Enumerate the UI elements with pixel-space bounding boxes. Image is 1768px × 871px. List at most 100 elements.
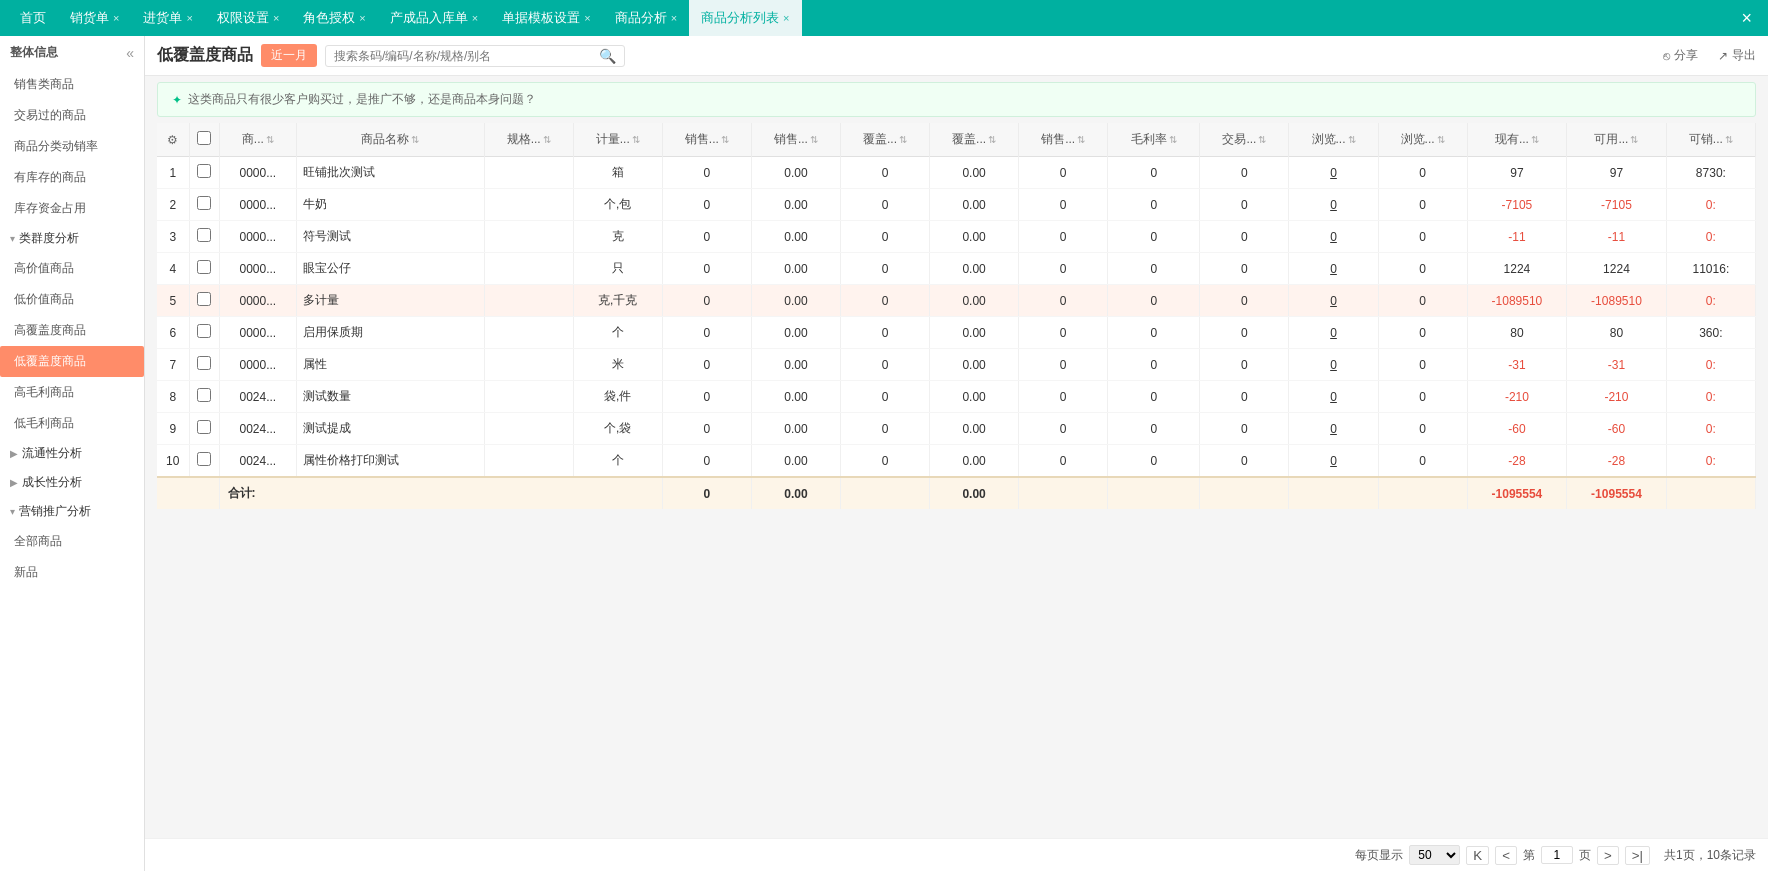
row-select-checkbox[interactable]: [197, 292, 211, 306]
next-page-button[interactable]: >: [1597, 846, 1619, 865]
search-input[interactable]: [334, 49, 599, 63]
col-available[interactable]: 可用...⇅: [1567, 123, 1667, 157]
col-checkbox[interactable]: [189, 123, 219, 157]
nav-permissions[interactable]: 权限设置 ×: [205, 0, 291, 36]
table-container[interactable]: ⚙ 商...⇅ 商品名称⇅ 规格...⇅ 计量...⇅ 销售...⇅ 销售...…: [145, 123, 1768, 838]
row-browse1[interactable]: 0: [1289, 349, 1378, 381]
nav-close-sales[interactable]: ×: [113, 12, 119, 24]
sidebar-section-coverage[interactable]: ▾ 类群度分析: [0, 224, 144, 253]
sidebar-item-sales-goods[interactable]: 销售类商品: [0, 69, 144, 100]
col-spec[interactable]: 规格...⇅: [484, 123, 573, 157]
sidebar-section-marketing[interactable]: ▾ 营销推广分析: [0, 497, 144, 526]
row-select-checkbox[interactable]: [197, 228, 211, 242]
row-select-checkbox[interactable]: [197, 420, 211, 434]
share-button[interactable]: ⎋ 分享: [1663, 47, 1698, 64]
prev-page-button[interactable]: <: [1495, 846, 1517, 865]
row-select-checkbox[interactable]: [197, 452, 211, 466]
sidebar-item-traded-goods[interactable]: 交易过的商品: [0, 100, 144, 131]
sidebar-item-low-value[interactable]: 低价值商品: [0, 284, 144, 315]
nav-close-roles[interactable]: ×: [359, 12, 365, 24]
row-browse1[interactable]: 0: [1289, 445, 1378, 478]
nav-sales[interactable]: 销货单 ×: [58, 0, 131, 36]
sidebar-collapse-btn[interactable]: «: [126, 45, 134, 61]
col-browse1[interactable]: 浏览...⇅: [1289, 123, 1378, 157]
row-browse1[interactable]: 0: [1289, 285, 1378, 317]
time-filter-button[interactable]: 近一月: [261, 44, 317, 67]
row-select-checkbox[interactable]: [197, 356, 211, 370]
row-checkbox[interactable]: [189, 413, 219, 445]
row-browse1[interactable]: 0: [1289, 317, 1378, 349]
sidebar-item-all-goods[interactable]: 全部商品: [0, 526, 144, 557]
row-checkbox[interactable]: [189, 445, 219, 478]
col-unit[interactable]: 计量...⇅: [573, 123, 662, 157]
col-current[interactable]: 现有...⇅: [1467, 123, 1567, 157]
first-page-button[interactable]: K: [1466, 846, 1489, 865]
row-select-checkbox[interactable]: [197, 324, 211, 338]
row-current: -60: [1467, 413, 1567, 445]
row-browse1[interactable]: 0: [1289, 413, 1378, 445]
close-all-tabs[interactable]: ×: [1733, 8, 1760, 29]
row-select-checkbox[interactable]: [197, 164, 211, 178]
col-cover1[interactable]: 覆盖...⇅: [840, 123, 929, 157]
sidebar-item-high-margin[interactable]: 高毛利商品: [0, 377, 144, 408]
nav-analysis-list[interactable]: 商品分析列表 ×: [689, 0, 801, 36]
sidebar-item-stocked-goods[interactable]: 有库存的商品: [0, 162, 144, 193]
nav-close-purchase[interactable]: ×: [186, 12, 192, 24]
row-checkbox[interactable]: [189, 189, 219, 221]
row-checkbox[interactable]: [189, 381, 219, 413]
settings-icon[interactable]: ⚙: [167, 133, 178, 147]
col-sales3[interactable]: 销售...⇅: [1019, 123, 1108, 157]
col-settings[interactable]: ⚙: [157, 123, 189, 157]
col-sales-qty[interactable]: 销售...⇅: [662, 123, 751, 157]
export-button[interactable]: ↗ 导出: [1718, 47, 1756, 64]
col-code[interactable]: 商...⇅: [219, 123, 297, 157]
nav-roles[interactable]: 角色授权 ×: [291, 0, 377, 36]
sidebar-item-low-margin[interactable]: 低毛利商品: [0, 408, 144, 439]
last-page-button[interactable]: >|: [1625, 846, 1650, 865]
row-browse1[interactable]: 0: [1289, 157, 1378, 189]
nav-home[interactable]: 首页: [8, 0, 58, 36]
col-margin[interactable]: 毛利率⇅: [1108, 123, 1200, 157]
summary-row: 合计: 0 0.00 0.00 -1095554 -1095554: [157, 477, 1756, 510]
nav-close-analysis[interactable]: ×: [671, 12, 677, 24]
row-checkbox[interactable]: [189, 285, 219, 317]
sidebar-item-low-coverage[interactable]: 低覆盖度商品: [0, 346, 144, 377]
row-select-checkbox[interactable]: [197, 388, 211, 402]
col-trade[interactable]: 交易...⇅: [1200, 123, 1289, 157]
row-select-checkbox[interactable]: [197, 196, 211, 210]
sidebar-item-high-value[interactable]: 高价值商品: [0, 253, 144, 284]
sidebar-item-inventory-funds[interactable]: 库存资金占用: [0, 193, 144, 224]
row-checkbox[interactable]: [189, 221, 219, 253]
nav-templates[interactable]: 单据模板设置 ×: [490, 0, 602, 36]
col-browse2[interactable]: 浏览...⇅: [1378, 123, 1467, 157]
nav-purchase[interactable]: 进货单 ×: [131, 0, 204, 36]
select-all-checkbox[interactable]: [197, 131, 211, 145]
row-browse1[interactable]: 0: [1289, 189, 1378, 221]
col-saleable[interactable]: 可销...⇅: [1666, 123, 1755, 157]
sidebar-item-high-coverage[interactable]: 高覆盖度商品: [0, 315, 144, 346]
row-checkbox[interactable]: [189, 317, 219, 349]
sidebar-section-flow[interactable]: ▶ 流通性分析: [0, 439, 144, 468]
nav-close-templates[interactable]: ×: [584, 12, 590, 24]
nav-close-products[interactable]: ×: [472, 12, 478, 24]
row-browse1[interactable]: 0: [1289, 381, 1378, 413]
nav-products[interactable]: 产成品入库单 ×: [378, 0, 490, 36]
row-checkbox[interactable]: [189, 157, 219, 189]
sidebar-item-category-rate[interactable]: 商品分类动销率: [0, 131, 144, 162]
per-page-select[interactable]: 50 100 200: [1409, 845, 1460, 865]
sidebar-header[interactable]: 整体信息 «: [0, 36, 144, 69]
row-checkbox[interactable]: [189, 253, 219, 285]
nav-close-permissions[interactable]: ×: [273, 12, 279, 24]
col-sales-amt[interactable]: 销售...⇅: [751, 123, 840, 157]
sidebar-item-new-goods[interactable]: 新品: [0, 557, 144, 588]
col-name[interactable]: 商品名称⇅: [297, 123, 485, 157]
nav-analysis[interactable]: 商品分析 ×: [603, 0, 689, 36]
nav-close-analysis-list[interactable]: ×: [783, 12, 789, 24]
sidebar-section-growth[interactable]: ▶ 成长性分析: [0, 468, 144, 497]
row-browse1[interactable]: 0: [1289, 253, 1378, 285]
col-cover2[interactable]: 覆盖...⇅: [930, 123, 1019, 157]
row-select-checkbox[interactable]: [197, 260, 211, 274]
row-browse1[interactable]: 0: [1289, 221, 1378, 253]
row-checkbox[interactable]: [189, 349, 219, 381]
page-number-input[interactable]: [1541, 846, 1573, 864]
